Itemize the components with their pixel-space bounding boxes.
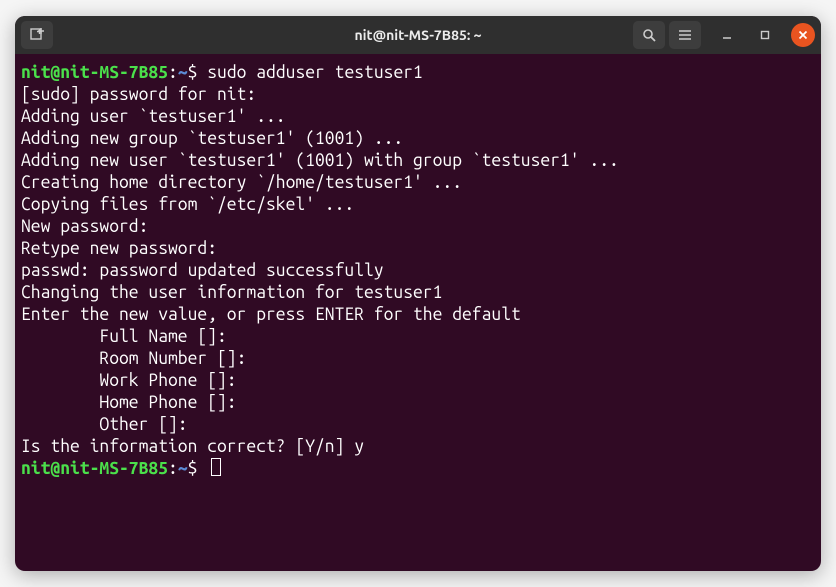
prompt-user: nit@nit-MS-7B85 — [21, 63, 168, 82]
output-line: Creating home directory `/home/testuser1… — [21, 173, 462, 192]
output-line: Adding user `testuser1' ... — [21, 107, 286, 126]
maximize-button[interactable] — [753, 23, 777, 47]
close-icon — [798, 30, 808, 40]
output-line: New password: — [21, 217, 148, 236]
titlebar: nit@nit-MS-7B85: ~ — [15, 16, 821, 54]
prompt-dollar: $ — [188, 63, 198, 82]
output-line: Home Phone []: — [21, 393, 237, 412]
minimize-icon — [722, 30, 732, 40]
output-line: Changing the user information for testus… — [21, 283, 442, 302]
output-line: Adding new group `testuser1' (1001) ... — [21, 129, 403, 148]
maximize-icon — [760, 30, 770, 40]
prompt-path: ~ — [178, 63, 188, 82]
output-line: Work Phone []: — [21, 371, 237, 390]
menu-button[interactable] — [669, 21, 701, 49]
output-line: [sudo] password for nit: — [21, 85, 256, 104]
cursor-icon — [211, 458, 221, 476]
new-tab-button[interactable] — [21, 21, 53, 49]
search-icon — [642, 28, 656, 42]
output-line: Other []: — [21, 415, 188, 434]
prompt-dollar: $ — [188, 459, 198, 478]
close-button[interactable] — [791, 23, 815, 47]
prompt-path: ~ — [178, 459, 188, 478]
command-text: sudo adduser testuser1 — [207, 63, 423, 82]
terminal-window: nit@nit-MS-7B85: ~ — [15, 16, 821, 571]
prompt-sep: : — [168, 63, 178, 82]
output-line: Adding new user `testuser1' (1001) with … — [21, 151, 619, 170]
output-line: Full Name []: — [21, 327, 227, 346]
minimize-button[interactable] — [715, 23, 739, 47]
new-tab-icon — [30, 28, 44, 42]
output-line: Enter the new value, or press ENTER for … — [21, 305, 521, 324]
output-line: Room Number []: — [21, 349, 246, 368]
search-button[interactable] — [633, 21, 665, 49]
output-line: passwd: password updated successfully — [21, 261, 384, 280]
output-line: Copying files from `/etc/skel' ... — [21, 195, 354, 214]
prompt-sep: : — [168, 459, 178, 478]
prompt-user: nit@nit-MS-7B85 — [21, 459, 168, 478]
hamburger-icon — [678, 29, 692, 41]
output-line: Is the information correct? [Y/n] y — [21, 437, 364, 456]
terminal-body[interactable]: nit@nit-MS-7B85:~$ sudo adduser testuser… — [15, 54, 821, 488]
output-line: Retype new password: — [21, 239, 217, 258]
